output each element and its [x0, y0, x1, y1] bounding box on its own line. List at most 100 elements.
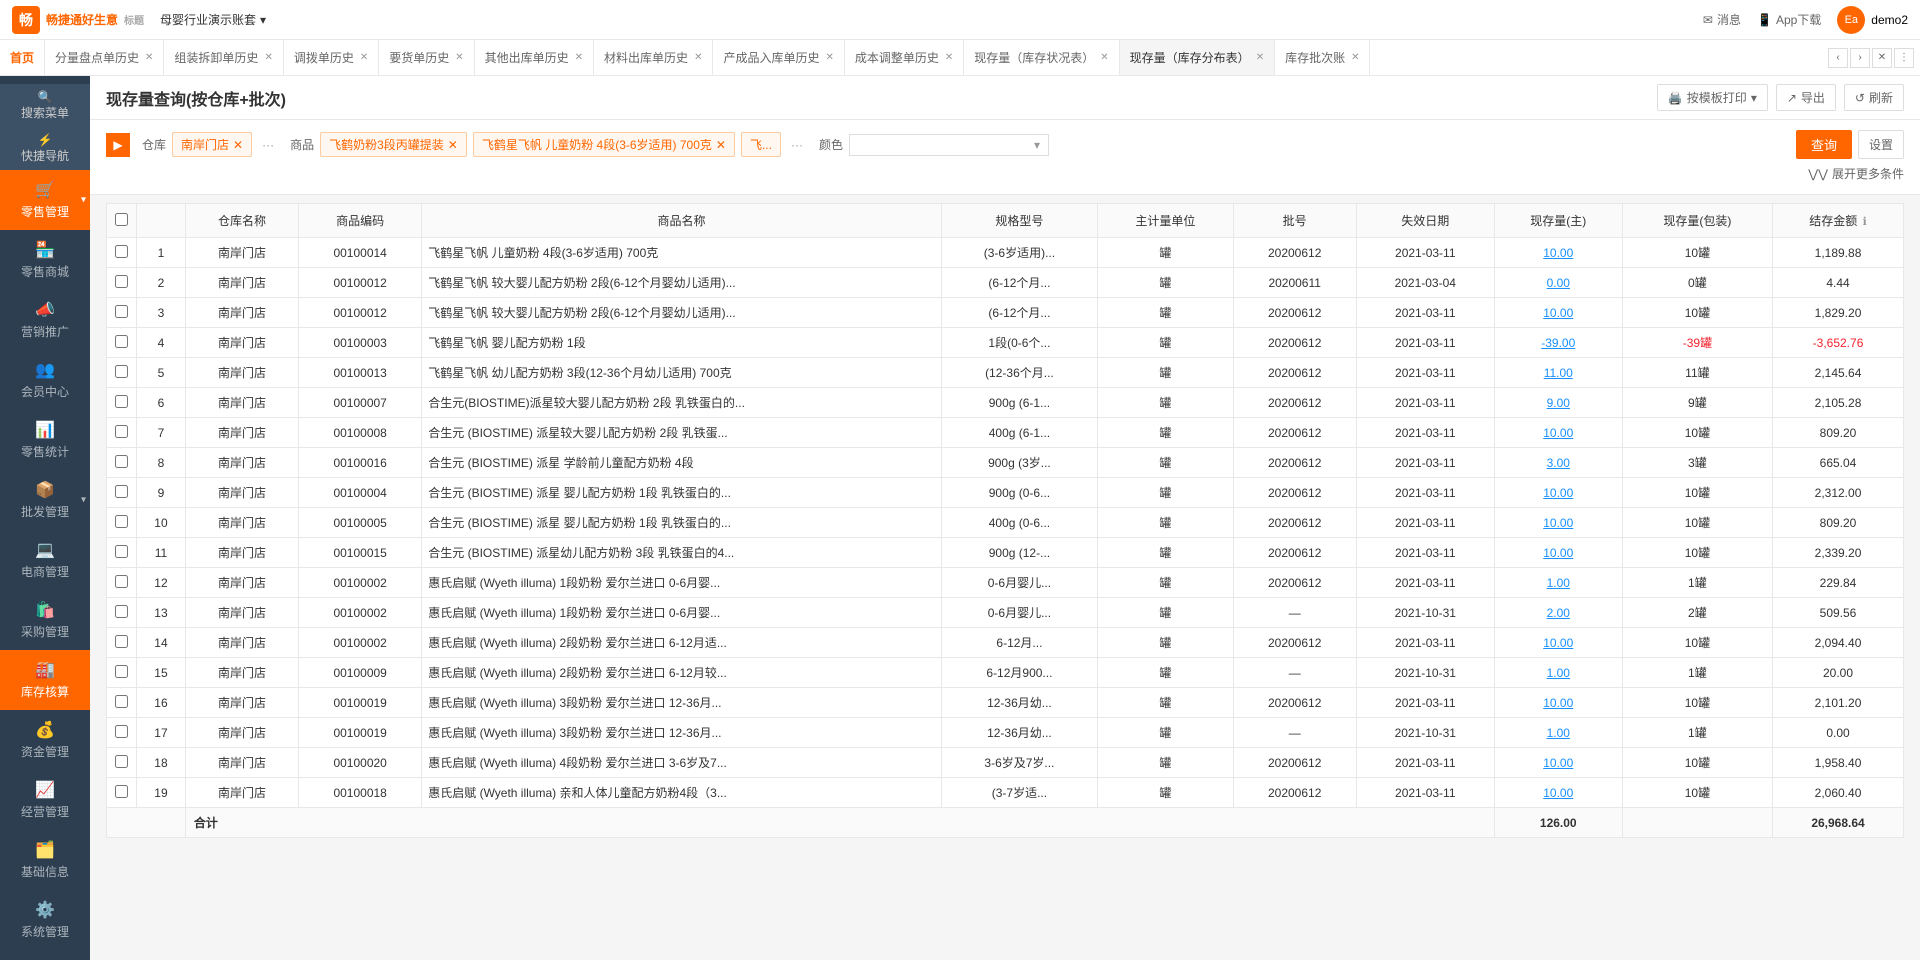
- cell-stock-main[interactable]: 10.00: [1494, 688, 1622, 718]
- tab-chan-pin[interactable]: 产成品入库单历史 ✕: [713, 40, 844, 76]
- tab-zu-chai[interactable]: 组装拆卸单历史 ✕: [164, 40, 283, 76]
- warehouse-tag-close-icon[interactable]: ✕: [233, 138, 243, 152]
- settings-button[interactable]: 设置: [1858, 130, 1904, 159]
- product-more-icon[interactable]: ···: [787, 138, 807, 152]
- cell-checkbox[interactable]: [107, 328, 137, 358]
- sidebar-item-dian-shang[interactable]: 💻 电商管理: [0, 530, 90, 590]
- cell-checkbox[interactable]: [107, 358, 137, 388]
- cell-stock-main[interactable]: 3.00: [1494, 448, 1622, 478]
- app-download-button[interactable]: 📱 App下载: [1757, 11, 1821, 28]
- account-dropdown[interactable]: 母婴行业演示账套 ▾: [160, 11, 266, 28]
- cell-checkbox[interactable]: [107, 508, 137, 538]
- tab-close-icon[interactable]: ✕: [1256, 52, 1264, 63]
- export-button[interactable]: ↗ 导出: [1776, 84, 1836, 111]
- cell-stock-main[interactable]: 2.00: [1494, 598, 1622, 628]
- tab-close-icon[interactable]: ✕: [825, 52, 833, 63]
- cell-checkbox[interactable]: [107, 478, 137, 508]
- tab-close-icon[interactable]: ✕: [1100, 52, 1108, 63]
- message-button[interactable]: ✉ 消息: [1703, 11, 1741, 28]
- tab-close-icon[interactable]: ✕: [1351, 52, 1359, 63]
- tab-close-icon[interactable]: ✕: [945, 52, 953, 63]
- cell-stock-main[interactable]: 10.00: [1494, 628, 1622, 658]
- cell-checkbox[interactable]: [107, 418, 137, 448]
- sidebar-item-tong-ji[interactable]: 📊 零售统计: [0, 410, 90, 470]
- sidebar-search[interactable]: 🔍 搜索菜单: [0, 84, 90, 127]
- sidebar-item-pi-fa[interactable]: 📦 批发管理 ▾: [0, 470, 90, 530]
- tab-xian-cun-fen[interactable]: 现存量（库存分布表） ✕: [1120, 40, 1275, 76]
- tab-pi-ci[interactable]: 库存批次账 ✕: [1275, 40, 1370, 76]
- cell-stock-main[interactable]: 10.00: [1494, 478, 1622, 508]
- cell-checkbox[interactable]: [107, 628, 137, 658]
- tab-xian-cun-zhuang[interactable]: 现存量（库存状况表） ✕: [964, 40, 1119, 76]
- sidebar-item-xi-tong[interactable]: ⚙️ 系统管理: [0, 890, 90, 950]
- product-tag-close-icon[interactable]: ✕: [448, 138, 458, 152]
- refresh-button[interactable]: ↺ 刷新: [1844, 84, 1904, 111]
- tab-yao-huo[interactable]: 要货单历史 ✕: [379, 40, 474, 76]
- query-button[interactable]: 查询: [1796, 130, 1852, 159]
- cell-stock-main[interactable]: 1.00: [1494, 568, 1622, 598]
- tab-close-icon[interactable]: ✕: [575, 52, 583, 63]
- select-all-checkbox[interactable]: [115, 213, 128, 226]
- cell-stock-main[interactable]: 10.00: [1494, 418, 1622, 448]
- print-button[interactable]: 🖨️ 按模板打印 ▾: [1657, 84, 1768, 111]
- cell-stock-main[interactable]: 1.00: [1494, 658, 1622, 688]
- color-select[interactable]: ▾: [849, 134, 1049, 156]
- sidebar-item-ku-cun[interactable]: 🏭 库存核算: [0, 650, 90, 710]
- cell-stock-main[interactable]: 10.00: [1494, 238, 1622, 268]
- tab-close-icon[interactable]: ✕: [694, 52, 702, 63]
- cell-checkbox[interactable]: [107, 778, 137, 808]
- info-icon[interactable]: ℹ: [1863, 216, 1867, 228]
- product-tag-close-icon[interactable]: ✕: [716, 138, 726, 152]
- cell-stock-main[interactable]: 10.00: [1494, 538, 1622, 568]
- tab-tiao-bo[interactable]: 调拨单历史 ✕: [284, 40, 379, 76]
- sidebar-item-jing-ying[interactable]: 📈 经营管理: [0, 770, 90, 830]
- sidebar-item-ling-shou[interactable]: 🛒 零售管理 ▾: [0, 170, 90, 230]
- product-tag-more[interactable]: 飞...: [741, 132, 781, 157]
- cell-checkbox[interactable]: [107, 568, 137, 598]
- sidebar-item-cai-gou[interactable]: 🛍️ 采购管理: [0, 590, 90, 650]
- cell-checkbox[interactable]: [107, 238, 137, 268]
- tab-close-icon[interactable]: ✕: [455, 52, 463, 63]
- sidebar-item-ling-shou-shang[interactable]: 🏪 零售商城: [0, 230, 90, 290]
- cell-stock-main[interactable]: 0.00: [1494, 268, 1622, 298]
- tab-next-arrow[interactable]: ›: [1850, 48, 1870, 68]
- tab-cheng-ben[interactable]: 成本调整单历史 ✕: [845, 40, 964, 76]
- tab-home[interactable]: 首页: [0, 40, 45, 76]
- cell-stock-main[interactable]: 10.00: [1494, 298, 1622, 328]
- cell-checkbox[interactable]: [107, 718, 137, 748]
- sidebar-item-zi-jin[interactable]: 💰 资金管理: [0, 710, 90, 770]
- sidebar-item-hui-yuan[interactable]: 👥 会员中心: [0, 350, 90, 410]
- warehouse-tag[interactable]: 南岸门店 ✕: [172, 132, 252, 157]
- tab-qi-ta[interactable]: 其他出库单历史 ✕: [475, 40, 594, 76]
- cell-stock-main[interactable]: 10.00: [1494, 508, 1622, 538]
- cell-checkbox[interactable]: [107, 388, 137, 418]
- sidebar-item-ying-xiao[interactable]: 📣 营销推广: [0, 290, 90, 350]
- tab-prev-arrow[interactable]: ‹: [1828, 48, 1848, 68]
- cell-checkbox[interactable]: [107, 538, 137, 568]
- tab-close-icon[interactable]: ✕: [360, 52, 368, 63]
- cell-stock-main[interactable]: 10.00: [1494, 778, 1622, 808]
- cell-checkbox[interactable]: [107, 598, 137, 628]
- tab-close-all[interactable]: ✕: [1872, 48, 1892, 68]
- cell-stock-main[interactable]: 9.00: [1494, 388, 1622, 418]
- warehouse-more-icon[interactable]: ···: [258, 138, 278, 152]
- cell-stock-main[interactable]: -39.00: [1494, 328, 1622, 358]
- sidebar-quick-nav[interactable]: ⚡ 快捷导航: [0, 127, 90, 170]
- cell-stock-main[interactable]: 11.00: [1494, 358, 1622, 388]
- tab-close-icon[interactable]: ✕: [145, 52, 153, 63]
- tab-fen-pan[interactable]: 分量盘点单历史 ✕: [45, 40, 164, 76]
- sidebar-item-qi-ye[interactable]: 🤝 企业协同: [0, 950, 90, 960]
- cell-checkbox[interactable]: [107, 298, 137, 328]
- cell-checkbox[interactable]: [107, 448, 137, 478]
- cell-checkbox[interactable]: [107, 688, 137, 718]
- cell-stock-main[interactable]: 10.00: [1494, 748, 1622, 778]
- tab-cai-liao[interactable]: 材料出库单历史 ✕: [594, 40, 713, 76]
- cell-stock-main[interactable]: 1.00: [1494, 718, 1622, 748]
- user-area[interactable]: Ea demo2: [1837, 6, 1908, 34]
- expand-conditions-button[interactable]: ⋁⋁ 展开更多条件: [1808, 165, 1904, 182]
- tab-close-icon[interactable]: ✕: [264, 52, 272, 63]
- product-tag-1[interactable]: 飞鹤奶粉3段丙罐提装 ✕: [320, 132, 467, 157]
- sidebar-item-ji-chu[interactable]: 🗂️ 基础信息: [0, 830, 90, 890]
- cell-checkbox[interactable]: [107, 658, 137, 688]
- product-tag-2[interactable]: 飞鹤星飞帆 儿童奶粉 4段(3-6岁适用) 700克 ✕: [473, 132, 735, 157]
